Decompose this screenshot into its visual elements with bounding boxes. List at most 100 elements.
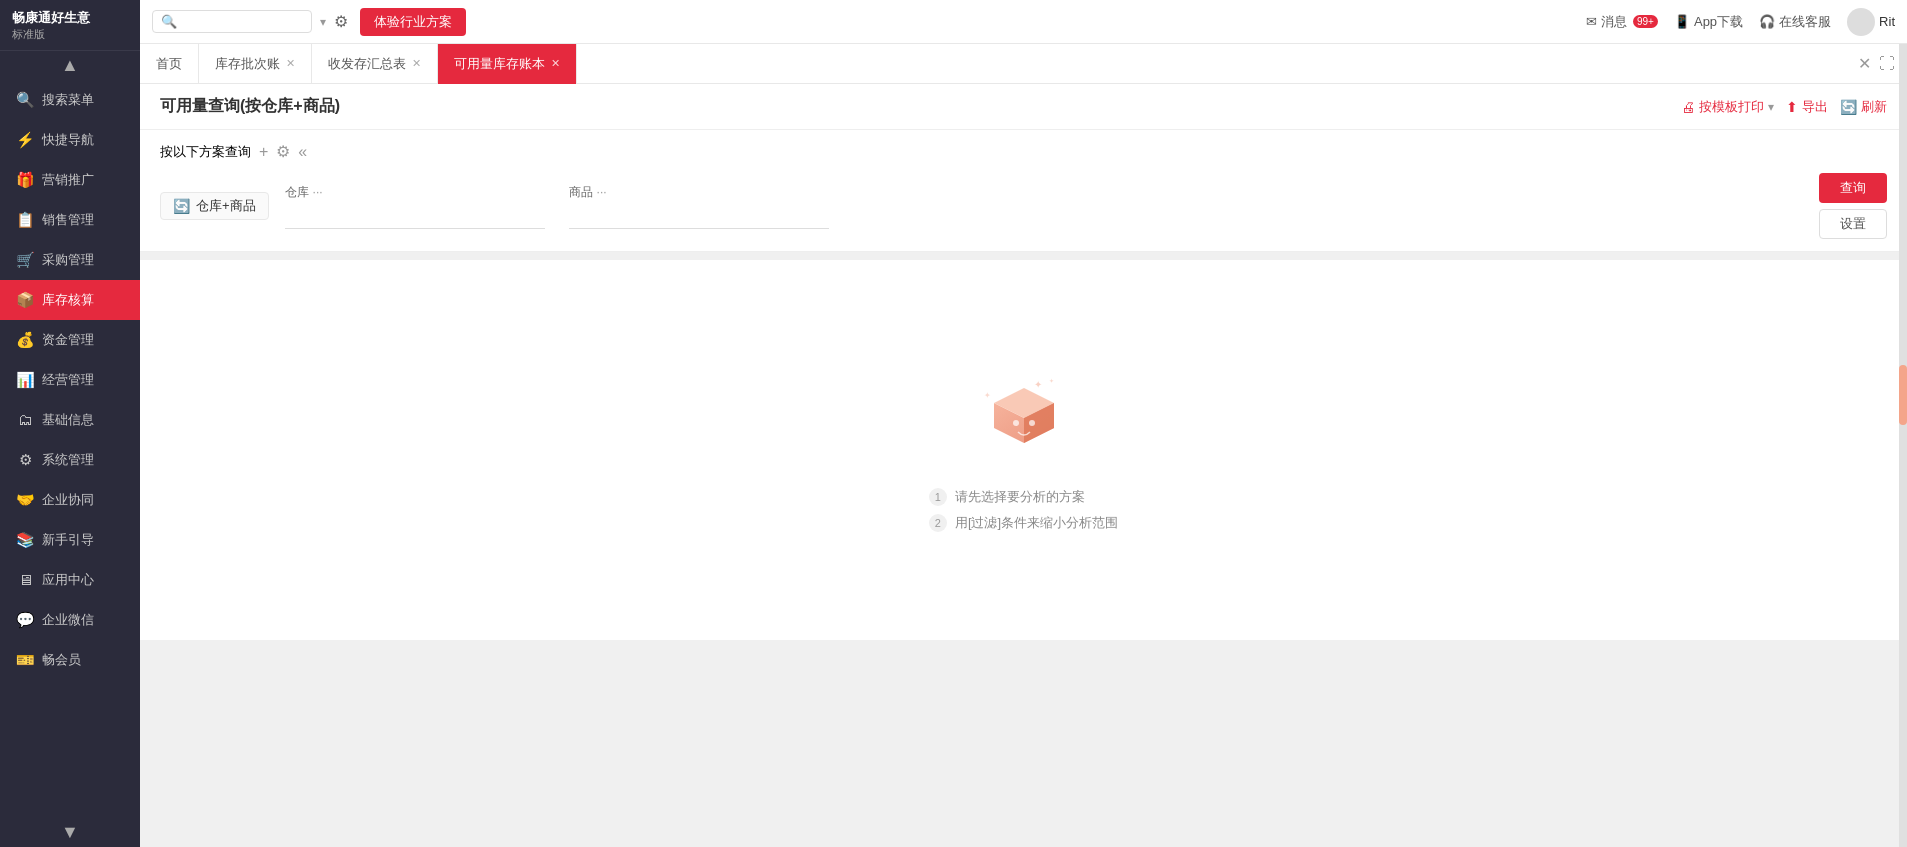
filter-header-label: 按以下方案查询 xyxy=(160,143,251,161)
sidebar-item-membership[interactable]: 🎫 畅会员 xyxy=(0,640,140,680)
export-label: 导出 xyxy=(1802,98,1828,116)
chart-icon: 📊 xyxy=(16,371,34,389)
close-all-icon[interactable]: ✕ xyxy=(1858,54,1871,73)
scroll-up-button[interactable]: ▲ xyxy=(0,51,140,80)
online-service-button[interactable]: 🎧 在线客服 xyxy=(1759,13,1831,31)
svg-text:✦: ✦ xyxy=(1049,378,1054,384)
export-button[interactable]: ⬆ 导出 xyxy=(1786,98,1828,116)
sidebar-item-wechat[interactable]: 💬 企业微信 xyxy=(0,600,140,640)
collapse-filter-button[interactable]: « xyxy=(298,143,307,161)
product-more-icon[interactable]: ··· xyxy=(597,185,607,199)
tip-text-2: 用[过滤]条件来缩小分析范围 xyxy=(955,514,1118,532)
sidebar-item-operations[interactable]: 📊 经营管理 xyxy=(0,360,140,400)
scheme-icon: 🔄 xyxy=(173,198,190,214)
sidebar-item-label: 基础信息 xyxy=(42,411,94,429)
sidebar-item-label: 库存核算 xyxy=(42,291,94,309)
sidebar-item-sales[interactable]: 📋 销售管理 xyxy=(0,200,140,240)
empty-state: ✦ ✦ ✦ 1 请先选择要分析的方案 2 用[过滤]条件来缩小分析范围 xyxy=(140,260,1907,640)
tab-home[interactable]: 首页 xyxy=(140,44,199,84)
sidebar-item-search[interactable]: 🔍 搜索菜单 xyxy=(0,80,140,120)
headset-icon: 🎧 xyxy=(1759,14,1775,29)
svg-text:✦: ✦ xyxy=(1034,379,1042,390)
product-input[interactable] xyxy=(569,205,829,229)
gear-icon: ⚙ xyxy=(16,451,34,469)
warehouse-input[interactable] xyxy=(285,205,545,229)
sidebar-item-label: 系统管理 xyxy=(42,451,94,469)
scheme-settings-button[interactable]: ⚙ xyxy=(276,142,290,161)
desktop-icon: 🖥 xyxy=(16,571,34,588)
dropdown-chevron-icon[interactable]: ▾ xyxy=(320,15,326,29)
filter-fields: 仓库 ··· 商品 ··· xyxy=(285,184,1803,229)
empty-tips: 1 请先选择要分析的方案 2 用[过滤]条件来缩小分析范围 xyxy=(929,488,1118,532)
cart-icon: 🛒 xyxy=(16,251,34,269)
lightning-icon: ⚡ xyxy=(16,131,34,149)
tab-label: 库存批次账 xyxy=(215,55,280,73)
column-settings-button[interactable]: 设置 xyxy=(1819,209,1887,239)
product-field: 商品 ··· xyxy=(569,184,829,229)
tab-available-qty[interactable]: 可用量库存账本 ✕ xyxy=(438,44,577,84)
handshake-icon: 🤝 xyxy=(16,491,34,509)
search-input[interactable] xyxy=(181,15,281,29)
app-subtitle: 标准版 xyxy=(12,27,128,42)
print-button[interactable]: 🖨 按模板打印 ▾ xyxy=(1681,98,1774,116)
scrollbar-thumb[interactable] xyxy=(1899,365,1907,425)
main-area: 🔍 ▾ ⚙ 体验行业方案 ✉ 消息 99+ 📱 App下载 🎧 在线客服 Rit xyxy=(140,0,1907,847)
sidebar-item-label: 快捷导航 xyxy=(42,131,94,149)
sidebar-item-inventory[interactable]: 📦 库存核算 xyxy=(0,280,140,320)
topbar-right: ✉ 消息 99+ 📱 App下载 🎧 在线客服 Rit xyxy=(1586,8,1895,36)
resize-icon[interactable]: ⛶ xyxy=(1879,55,1895,73)
sidebar-item-label: 应用中心 xyxy=(42,571,94,589)
close-tab-icon[interactable]: ✕ xyxy=(412,57,421,70)
filter-header: 按以下方案查询 + ⚙ « xyxy=(160,142,1887,161)
add-scheme-button[interactable]: + xyxy=(259,143,268,161)
export-icon: ⬆ xyxy=(1786,99,1798,115)
box-icon: 📦 xyxy=(16,291,34,309)
sidebar: 畅康通好生意 标准版 ▲ 🔍 搜索菜单 ⚡ 快捷导航 🎁 营销推广 📋 销售管理… xyxy=(0,0,140,847)
print-label: 按模板打印 xyxy=(1699,98,1764,116)
filter-scheme-item[interactable]: 🔄 仓库+商品 xyxy=(160,192,269,220)
scroll-down-button[interactable]: ▼ xyxy=(0,818,140,847)
query-button[interactable]: 查询 xyxy=(1819,173,1887,203)
sidebar-item-purchase[interactable]: 🛒 采购管理 xyxy=(0,240,140,280)
sidebar-item-system[interactable]: ⚙ 系统管理 xyxy=(0,440,140,480)
topbar-search-box[interactable]: 🔍 xyxy=(152,10,312,33)
sidebar-item-enterprise[interactable]: 🤝 企业协同 xyxy=(0,480,140,520)
sidebar-item-app-center[interactable]: 🖥 应用中心 xyxy=(0,560,140,600)
trial-btn[interactable]: 体验行业方案 xyxy=(360,8,466,36)
refresh-icon: 🔄 xyxy=(1840,99,1857,115)
tab-collect-summary[interactable]: 收发存汇总表 ✕ xyxy=(312,44,438,84)
page-content: 可用量查询(按仓库+商品) 🖨 按模板打印 ▾ ⬆ 导出 🔄 刷新 xyxy=(140,84,1907,847)
sidebar-item-newbie[interactable]: 📚 新手引导 xyxy=(0,520,140,560)
ticket-icon: 🎫 xyxy=(16,651,34,669)
sidebar-item-label: 企业微信 xyxy=(42,611,94,629)
sidebar-item-label: 企业协同 xyxy=(42,491,94,509)
warehouse-more-icon[interactable]: ··· xyxy=(313,185,323,199)
sidebar-item-label: 搜索菜单 xyxy=(42,91,94,109)
search-icon: 🔍 xyxy=(16,91,34,109)
sidebar-item-marketing[interactable]: 🎁 营销推广 xyxy=(0,160,140,200)
tab-label: 收发存汇总表 xyxy=(328,55,406,73)
sidebar-item-label: 畅会员 xyxy=(42,651,81,669)
sidebar-item-finance[interactable]: 💰 资金管理 xyxy=(0,320,140,360)
refresh-button[interactable]: 🔄 刷新 xyxy=(1840,98,1887,116)
page-header-actions: 🖨 按模板打印 ▾ ⬆ 导出 🔄 刷新 xyxy=(1681,98,1887,116)
sidebar-item-basic-info[interactable]: 🗂 基础信息 xyxy=(0,400,140,440)
sidebar-item-label: 采购管理 xyxy=(42,251,94,269)
settings-icon[interactable]: ⚙ xyxy=(334,12,348,31)
warehouse-field: 仓库 ··· xyxy=(285,184,545,229)
close-tab-icon[interactable]: ✕ xyxy=(286,57,295,70)
user-menu[interactable]: Rit xyxy=(1847,8,1895,36)
sidebar-logo: 畅康通好生意 标准版 xyxy=(0,0,140,51)
app-download-button[interactable]: 📱 App下载 xyxy=(1674,13,1743,31)
message-button[interactable]: ✉ 消息 99+ xyxy=(1586,13,1658,31)
tab-batch-account[interactable]: 库存批次账 ✕ xyxy=(199,44,312,84)
sidebar-item-label: 销售管理 xyxy=(42,211,94,229)
close-tab-icon[interactable]: ✕ xyxy=(551,57,560,70)
sidebar-item-quick-nav[interactable]: ⚡ 快捷导航 xyxy=(0,120,140,160)
tabs-bar: 首页 库存批次账 ✕ 收发存汇总表 ✕ 可用量库存账本 ✕ ✕ ⛶ xyxy=(140,44,1907,84)
money-icon: 💰 xyxy=(16,331,34,349)
print-chevron-icon[interactable]: ▾ xyxy=(1768,100,1774,114)
tip-text-1: 请先选择要分析的方案 xyxy=(955,488,1085,506)
message-badge: 99+ xyxy=(1633,15,1658,28)
print-icon: 🖨 xyxy=(1681,99,1695,115)
